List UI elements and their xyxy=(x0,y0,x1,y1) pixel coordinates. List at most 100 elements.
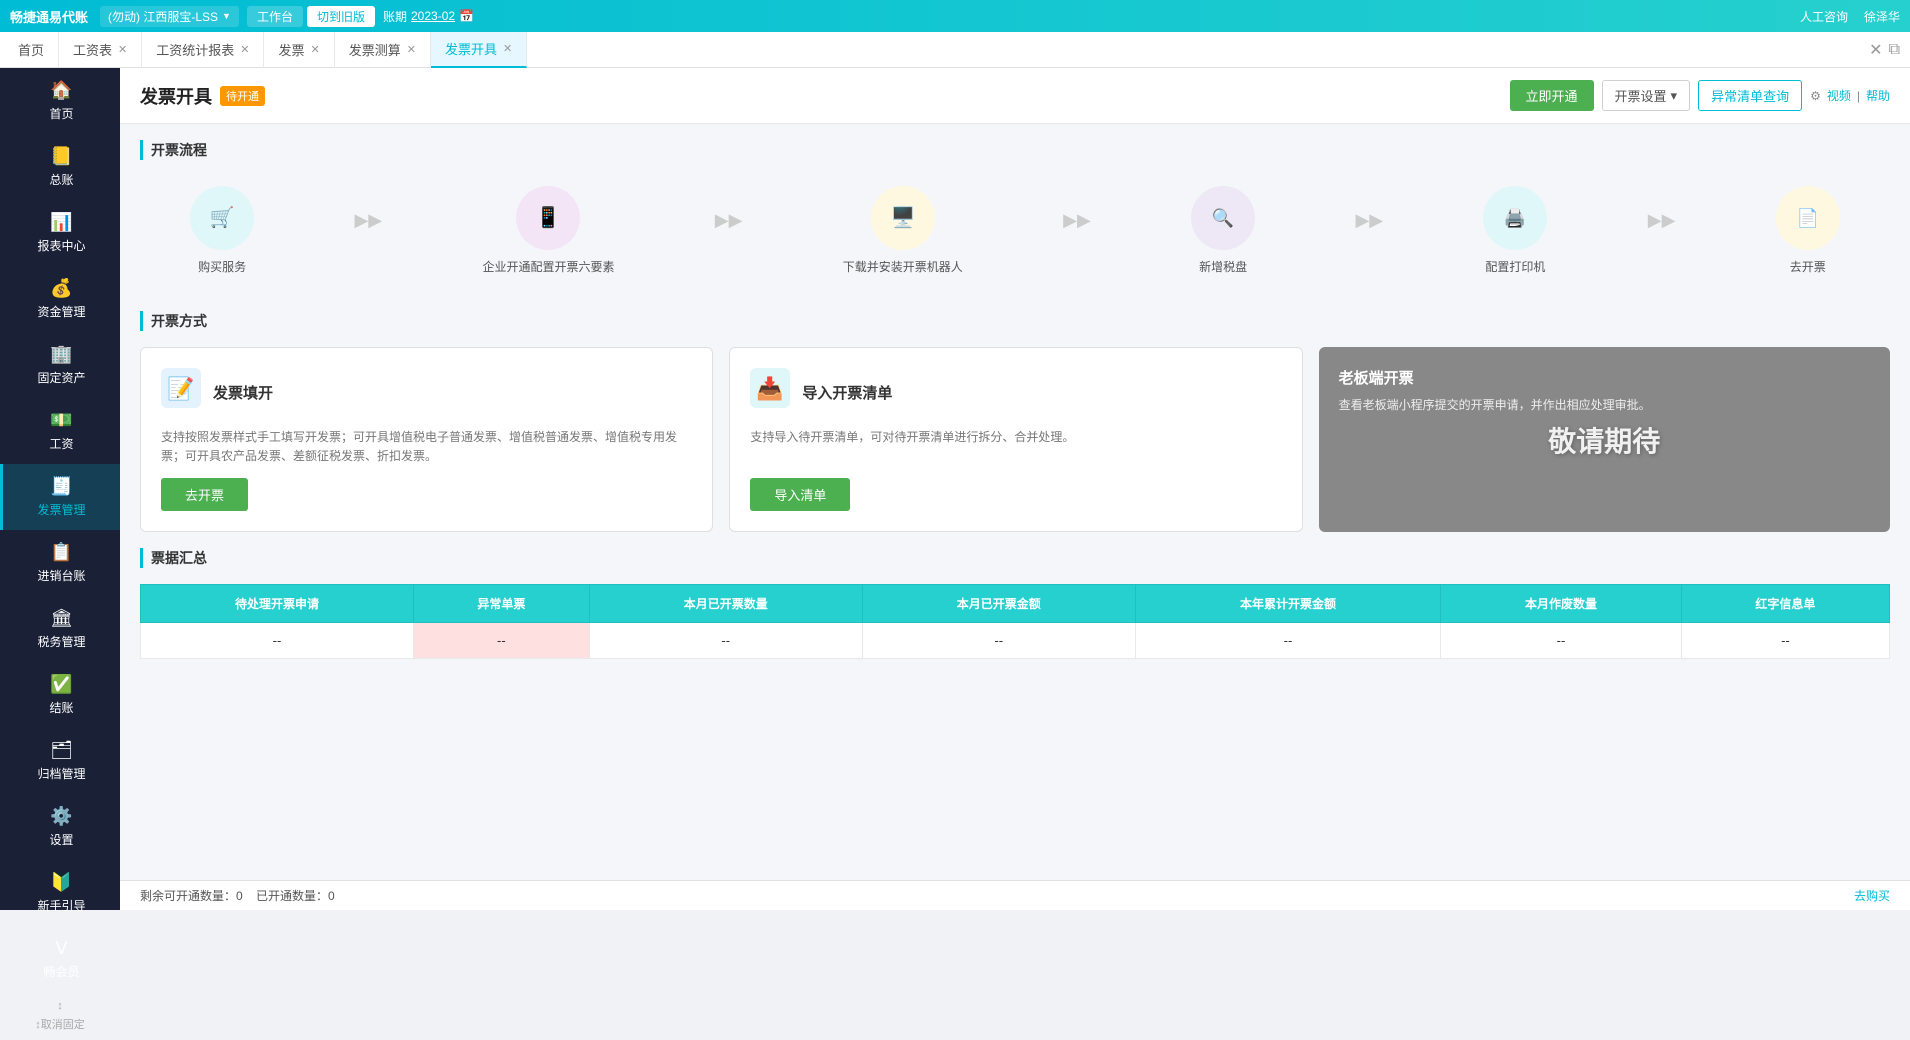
ledger-icon: 📒 xyxy=(50,146,72,167)
home-icon: 🏠 xyxy=(50,80,72,101)
close-icon[interactable]: ✕ xyxy=(240,43,249,56)
page-title-wrap: 发票开具 待开通 xyxy=(140,83,265,109)
page-title: 发票开具 xyxy=(140,83,212,109)
sidebar-item-reports[interactable]: 📊 报表中心 xyxy=(0,200,120,266)
summary-cell-3: -- xyxy=(862,623,1135,659)
open-settings-button[interactable]: 开票设置 ▾ xyxy=(1602,80,1691,111)
manual-card-desc: 支持按照发票样式手工填写开发票；可开具增值税电子普通发票、增值税普通发票、增值税… xyxy=(161,428,692,466)
tab-invoice-calc[interactable]: 发票测算 ✕ xyxy=(335,32,431,68)
summary-cell-4: -- xyxy=(1135,623,1440,659)
flow-step-printer: 🖨️ 配置打印机 xyxy=(1483,186,1547,275)
method-cards: 📝 发票填开 支持按照发票样式手工填写开发票；可开具增值税电子普通发票、增值税普… xyxy=(140,347,1890,532)
assets-icon: 🏢 xyxy=(50,344,72,365)
brand-logo: 畅捷通易代账 xyxy=(10,7,88,26)
import-card-header: 📥 导入开票清单 xyxy=(750,368,1281,416)
boss-invoice-card: 老板端开票 查看老板端小程序提交的开票申请，并作出相应处理审批。 敬请期待 xyxy=(1319,347,1890,532)
tab-payroll-stats-label: 工资统计报表 xyxy=(156,40,234,59)
open-settings-label: 开票设置 xyxy=(1615,86,1667,105)
import-list-button[interactable]: 导入清单 xyxy=(750,478,850,511)
summary-header-3: 本月已开票金额 xyxy=(862,585,1135,623)
flow-step-label: 下载并安装开票机器人 xyxy=(843,258,963,275)
tab-invoice[interactable]: 发票 ✕ xyxy=(264,32,334,68)
svg-text:🖥️: 🖥️ xyxy=(890,205,915,229)
sidebar-item-invoice[interactable]: 🧾 发票管理 xyxy=(0,464,120,530)
tab-invoice-issue[interactable]: 发票开具 ✕ xyxy=(431,32,527,68)
svg-text:📱: 📱 xyxy=(536,205,561,229)
download-icon: 🖥️ xyxy=(871,186,935,250)
sidebar-item-settings[interactable]: ⚙️ 设置 xyxy=(0,794,120,860)
tab-invoice-label: 发票 xyxy=(278,40,304,59)
flow-step-label: 去开票 xyxy=(1790,258,1826,275)
tab-home[interactable]: 首页 xyxy=(10,32,59,68)
go-issue-button[interactable]: 去开票 xyxy=(161,478,248,511)
buy-link[interactable]: 去购买 xyxy=(1854,887,1890,904)
sidebar-item-label: 发票管理 xyxy=(37,501,85,518)
sidebar-item-home[interactable]: 🏠 首页 xyxy=(0,68,120,134)
sidebar-item-label: 首页 xyxy=(49,105,73,122)
sidebar-item-finance[interactable]: 💰 资金管理 xyxy=(0,266,120,332)
remaining-label: 剩余可开通数量：0 xyxy=(140,889,243,903)
settle-icon: ✅ xyxy=(50,674,72,695)
sidebar-footer[interactable]: ↕ ↕取消固定 xyxy=(0,992,120,1040)
restore-icon[interactable]: ⧉ xyxy=(1889,41,1900,59)
service-label[interactable]: 人工咨询 xyxy=(1800,8,1848,25)
immediate-open-button[interactable]: 立即开通 xyxy=(1510,80,1594,111)
summary-header-6: 红字信息单 xyxy=(1681,585,1889,623)
summary-section: 票据汇总 待处理开票申请 异常单票 本月已开票数量 本月已开票金额 本年累计开票… xyxy=(120,548,1910,675)
close-icon[interactable]: ✕ xyxy=(407,43,416,56)
flow-arrow-1: ▶▶ xyxy=(354,210,382,231)
sidebar: 🏠 首页 📒 总账 📊 报表中心 💰 资金管理 🏢 固定资产 💵 工资 🧾 发票… xyxy=(0,68,120,910)
page-help: ⚙ 视频 | 帮助 xyxy=(1810,87,1890,104)
import-invoice-card: 📥 导入开票清单 支持导入待开票清单，可对待开票清单进行拆分、合并处理。 导入清… xyxy=(729,347,1302,532)
flow-arrow-3: ▶▶ xyxy=(1063,210,1091,231)
user-label[interactable]: 徐泽华 xyxy=(1864,8,1900,25)
archive-icon: 🗂 xyxy=(50,740,73,761)
table-row: -- -- -- -- -- -- -- xyxy=(141,623,1890,659)
close-window-icon[interactable]: ✕ xyxy=(1869,40,1882,60)
view-video-label[interactable]: 视频 xyxy=(1827,87,1851,104)
sidebar-item-label: 总账 xyxy=(49,171,73,188)
close-icon[interactable]: ✕ xyxy=(503,42,512,55)
manual-invoice-icon: 📝 xyxy=(161,368,201,416)
finance-icon: 💰 xyxy=(50,278,72,299)
sidebar-item-settle[interactable]: ✅ 结账 xyxy=(0,662,120,728)
help-label[interactable]: 帮助 xyxy=(1866,87,1890,104)
abnormal-query-button[interactable]: 异常清单查询 xyxy=(1698,80,1802,111)
sidebar-item-archive[interactable]: 🗂 归档管理 xyxy=(0,728,120,794)
sidebar-item-assets[interactable]: 🏢 固定资产 xyxy=(0,332,120,398)
tab-payroll[interactable]: 工资表 ✕ xyxy=(59,32,142,68)
flow-arrow-5: ▶▶ xyxy=(1648,210,1676,231)
chevron-down-icon: ▾ xyxy=(1671,88,1678,104)
tab-home-label: 首页 xyxy=(18,40,44,59)
calendar-icon[interactable]: 📅 xyxy=(459,9,474,23)
summary-cell-6: -- xyxy=(1681,623,1889,659)
import-card-title: 导入开票清单 xyxy=(802,382,892,403)
period-value[interactable]: 2023-02 xyxy=(411,9,455,23)
tax-icon: 🏛 xyxy=(50,608,73,629)
switch-old-button[interactable]: 切到旧版 xyxy=(307,6,375,27)
company-selector[interactable]: (勿动) 江西服宝-LSS ▼ xyxy=(100,6,239,27)
sidebar-item-tax[interactable]: 🏛 税务管理 xyxy=(0,596,120,662)
sidebar-item-ledger[interactable]: 📒 总账 xyxy=(0,134,120,200)
sidebar-item-label: 工资 xyxy=(49,435,73,452)
flow-step-download: 🖥️ 下载并安装开票机器人 xyxy=(843,186,963,275)
summary-cell-1: -- xyxy=(414,623,590,659)
sidebar-item-guide[interactable]: 🔰 新手引导 xyxy=(0,860,120,926)
sidebar-item-payroll[interactable]: 💵 工资 xyxy=(0,398,120,464)
tab-invoice-calc-label: 发票测算 xyxy=(349,40,401,59)
close-icon[interactable]: ✕ xyxy=(311,43,320,56)
method-section-title: 开票方式 xyxy=(140,311,1890,331)
flow-step-configure: 📱 企业开通配置开票六要素 xyxy=(482,186,614,275)
sidebar-item-label: 结账 xyxy=(49,699,73,716)
workspace-button[interactable]: 工作台 xyxy=(247,6,303,27)
flow-step-label: 新增税盘 xyxy=(1199,258,1247,275)
close-icon[interactable]: ✕ xyxy=(118,43,127,56)
sidebar-item-purchase[interactable]: 📋 进销台账 xyxy=(0,530,120,596)
tab-payroll-stats[interactable]: 工资统计报表 ✕ xyxy=(142,32,264,68)
sidebar-item-member[interactable]: V 畅会员 xyxy=(0,926,120,992)
summary-header-4: 本年累计开票金额 xyxy=(1135,585,1440,623)
settings-icon: ⚙️ xyxy=(50,806,72,827)
flow-step-taxpad: 🔍 新增税盘 xyxy=(1191,186,1255,275)
manual-invoice-card: 📝 发票填开 支持按照发票样式手工填写开发票；可开具增值税电子普通发票、增值税普… xyxy=(140,347,713,532)
footer-info: 剩余可开通数量：0 已开通数量：0 xyxy=(140,887,335,904)
